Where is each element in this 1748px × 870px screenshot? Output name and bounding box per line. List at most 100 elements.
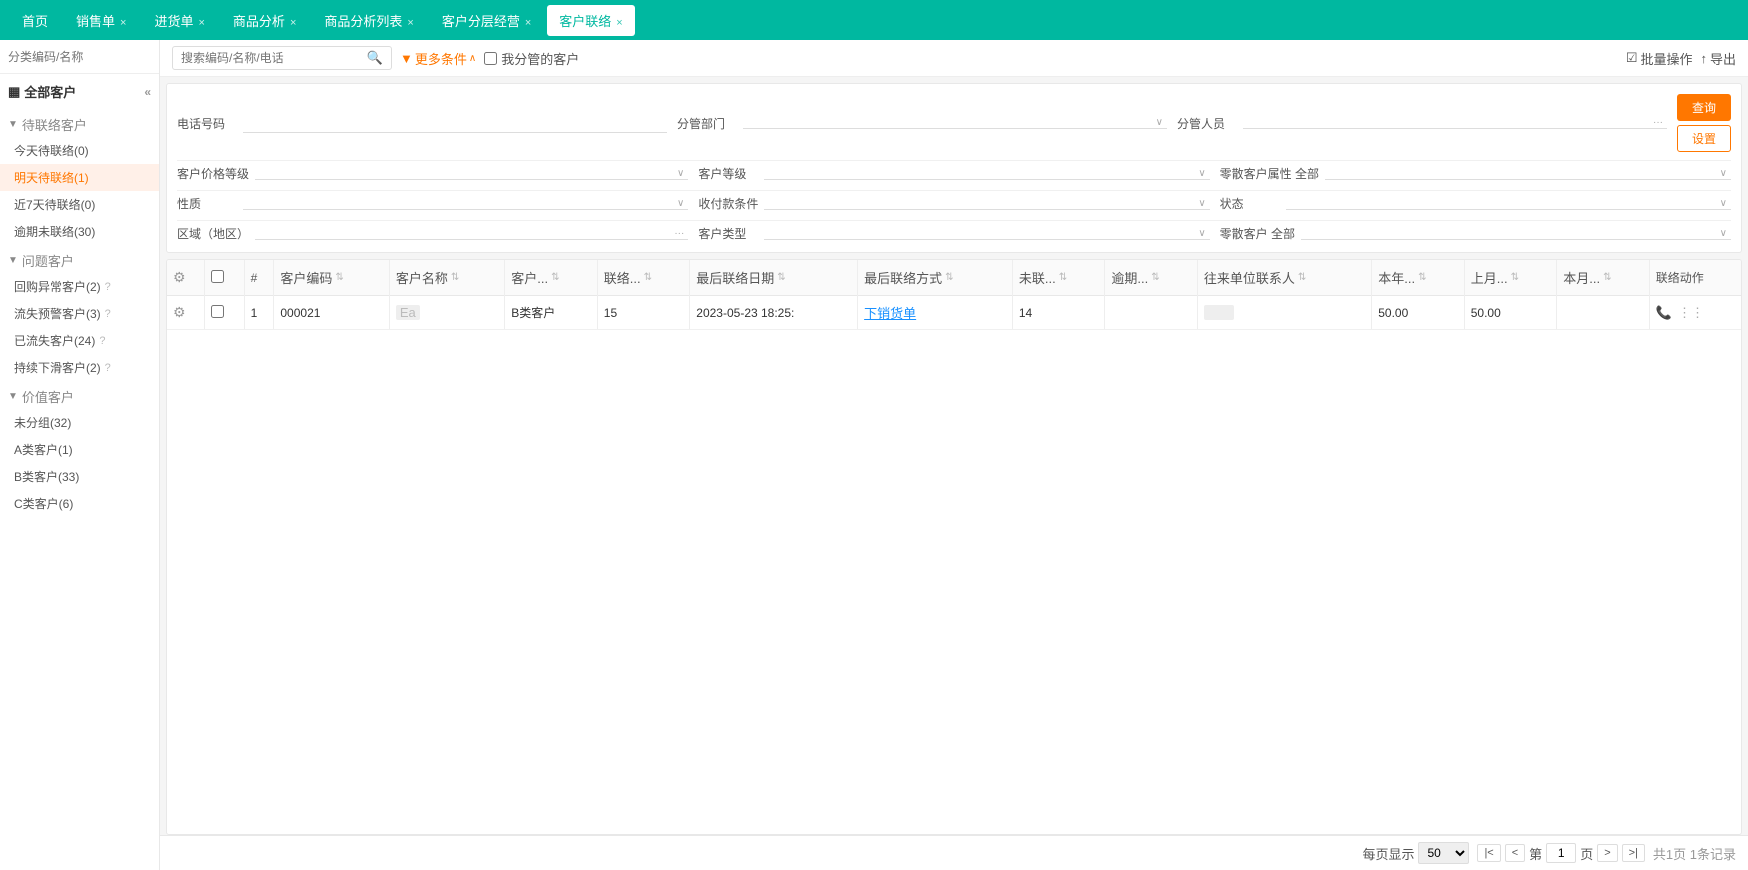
- filter-select-2-2[interactable]: ∨: [1286, 198, 1731, 210]
- filter-select-0-1[interactable]: ∨: [743, 117, 1167, 129]
- col-uncontacted[interactable]: 未联...: [1012, 260, 1105, 296]
- page-input[interactable]: [1546, 843, 1576, 863]
- th-sortable-code[interactable]: 客户编码: [280, 268, 382, 287]
- filter-select-1-0[interactable]: ∨: [255, 168, 688, 180]
- contact-icon[interactable]: 📞: [1656, 305, 1672, 321]
- select-all-checkbox[interactable]: [211, 270, 224, 283]
- col-this_year[interactable]: 本年...: [1372, 260, 1465, 296]
- nav-close-sales[interactable]: ×: [120, 17, 126, 29]
- toolbar-search-icon[interactable]: 🔍: [367, 50, 383, 66]
- sidebar-group-problem[interactable]: ▼问题客户: [0, 245, 159, 273]
- th-sortable-name[interactable]: 客户名称: [396, 268, 498, 287]
- nav-item-analysis[interactable]: 商品分析×: [221, 5, 308, 36]
- col-last_month[interactable]: 上月...: [1464, 260, 1557, 296]
- filter-field-3-1: 客户类型∨: [698, 225, 1209, 242]
- sidebar-item--------2-[interactable]: 回购异常客户(2)?: [0, 273, 159, 300]
- filter-select-1-1[interactable]: ∨: [764, 168, 1209, 180]
- sidebar-group-value[interactable]: ▼价值客户: [0, 381, 159, 409]
- sidebar-item--------2-[interactable]: 持续下滑客户(2)?: [0, 354, 159, 381]
- query-button[interactable]: 查询: [1677, 94, 1731, 121]
- th-sortable-overdue[interactable]: 逾期...: [1111, 268, 1191, 287]
- row-checkbox[interactable]: [211, 305, 224, 318]
- filter-select-3-2[interactable]: ∨: [1301, 228, 1731, 240]
- sidebar-item-------30-[interactable]: 逾期未联络(30): [0, 218, 159, 245]
- th-sortable-contact[interactable]: 联络...: [604, 268, 684, 287]
- page-first-btn[interactable]: |<: [1477, 844, 1500, 862]
- sidebar-item--------3-[interactable]: 流失预警客户(3)?: [0, 300, 159, 327]
- nav-close-purchase[interactable]: ×: [198, 17, 204, 29]
- sidebar-search-input[interactable]: [8, 50, 160, 64]
- my-customers-checkbox[interactable]: [484, 52, 497, 65]
- th-sortable-type[interactable]: 客户...: [511, 268, 591, 287]
- sidebar-item-----32-[interactable]: 未分组(32): [0, 409, 159, 436]
- sidebar-item-C----6-[interactable]: C类客户(6): [0, 490, 159, 517]
- td-type: B类客户: [505, 296, 598, 330]
- more-action-icon[interactable]: ⋮⋮: [1678, 305, 1704, 321]
- col-unit_contact[interactable]: 往来单位联系人: [1197, 260, 1371, 296]
- filter-input-0-0[interactable]: [243, 114, 667, 133]
- sidebar-group-pending[interactable]: ▼待联络客户: [0, 109, 159, 137]
- nav-item-analysis-list[interactable]: 商品分析列表×: [312, 5, 425, 36]
- nav-item-purchase[interactable]: 进货单×: [142, 5, 216, 36]
- gear-icon[interactable]: ⚙: [173, 269, 186, 285]
- nav-item-home[interactable]: 首页: [10, 5, 60, 36]
- filter-icon: ▼: [400, 51, 413, 66]
- col-code[interactable]: 客户编码: [274, 260, 389, 296]
- my-customers-checkbox-label[interactable]: 我分管的客户: [484, 49, 579, 68]
- col-overdue[interactable]: 逾期...: [1105, 260, 1198, 296]
- filter-select-3-1[interactable]: ∨: [764, 228, 1209, 240]
- row-gear-icon[interactable]: ⚙: [173, 304, 186, 320]
- set-button[interactable]: 设置: [1677, 125, 1731, 152]
- th-sortable-last_contact_method[interactable]: 最后联络方式: [864, 268, 1006, 287]
- col-last_contact_date[interactable]: 最后联络日期: [690, 260, 858, 296]
- filter-label-3-0: 区域（地区）: [177, 225, 249, 242]
- sidebar-collapse-btn[interactable]: «: [144, 85, 151, 99]
- nav-item-customer-tier[interactable]: 客户分层经营×: [430, 5, 543, 36]
- filter-select-3-0[interactable]: ···: [255, 228, 688, 240]
- page-next-btn[interactable]: >: [1597, 844, 1617, 862]
- sidebar-item--7-----0-[interactable]: 近7天待联络(0): [0, 191, 159, 218]
- batch-btn[interactable]: ☑ 批量操作: [1626, 49, 1693, 68]
- sidebar-item-------1-[interactable]: 明天待联络(1): [0, 164, 159, 191]
- nav-close-analysis-list[interactable]: ×: [407, 17, 413, 29]
- contact-method-link[interactable]: 下销货单: [864, 306, 916, 321]
- th-sortable-this_year[interactable]: 本年...: [1378, 268, 1458, 287]
- filter-select-2-0[interactable]: ∨: [243, 198, 688, 210]
- th-sortable-unit_contact[interactable]: 往来单位联系人: [1204, 268, 1365, 287]
- nav-close-customer-contact[interactable]: ×: [616, 17, 622, 29]
- filter-btn-col: 查询设置: [1677, 94, 1731, 152]
- sidebar-item-------0-[interactable]: 今天待联络(0): [0, 137, 159, 164]
- page-last-btn[interactable]: >|: [1622, 844, 1645, 862]
- sidebar-item-------24-[interactable]: 已流失客户(24)?: [0, 327, 159, 354]
- sidebar-item-B----33-[interactable]: B类客户(33): [0, 463, 159, 490]
- col-last_contact_method[interactable]: 最后联络方式: [858, 260, 1013, 296]
- export-btn[interactable]: ↑ 导出: [1700, 49, 1736, 68]
- col-index: #: [244, 260, 274, 296]
- filter-label-0-2: 分管人员: [1177, 115, 1237, 132]
- filter-select-0-2[interactable]: ···: [1243, 117, 1667, 129]
- filter-more-btn[interactable]: ▼ 更多条件 ∧: [400, 49, 476, 68]
- col-this_month[interactable]: 本月...: [1557, 260, 1650, 296]
- th-sortable-this_month[interactable]: 本月...: [1563, 268, 1643, 287]
- col-name[interactable]: 客户名称: [389, 260, 504, 296]
- nav-item-customer-contact[interactable]: 客户联络×: [547, 5, 634, 36]
- toolbar-search-box[interactable]: 🔍: [172, 46, 392, 70]
- toolbar-search-input[interactable]: [181, 51, 363, 65]
- info-icon: ?: [105, 308, 111, 320]
- page-prev-btn[interactable]: <: [1505, 844, 1525, 862]
- nav-close-customer-tier[interactable]: ×: [525, 17, 531, 29]
- all-customers-title[interactable]: ▦ 全部客户 «: [0, 74, 159, 109]
- filter-field-1-0: 客户价格等级∨: [177, 165, 688, 182]
- nav-close-analysis[interactable]: ×: [290, 17, 296, 29]
- th-sortable-last_contact_date[interactable]: 最后联络日期: [696, 268, 851, 287]
- filter-select-1-2[interactable]: ∨: [1325, 168, 1731, 180]
- td-this_year: 50.00: [1372, 296, 1465, 330]
- page-size-select[interactable]: 50 100 200: [1418, 842, 1469, 864]
- th-sortable-last_month[interactable]: 上月...: [1471, 268, 1551, 287]
- nav-item-sales[interactable]: 销售单×: [64, 5, 138, 36]
- th-sortable-uncontacted[interactable]: 未联...: [1019, 268, 1099, 287]
- filter-select-2-1[interactable]: ∨: [764, 198, 1209, 210]
- col-contact[interactable]: 联络...: [597, 260, 690, 296]
- sidebar-item-A----1-[interactable]: A类客户(1): [0, 436, 159, 463]
- col-type[interactable]: 客户...: [505, 260, 598, 296]
